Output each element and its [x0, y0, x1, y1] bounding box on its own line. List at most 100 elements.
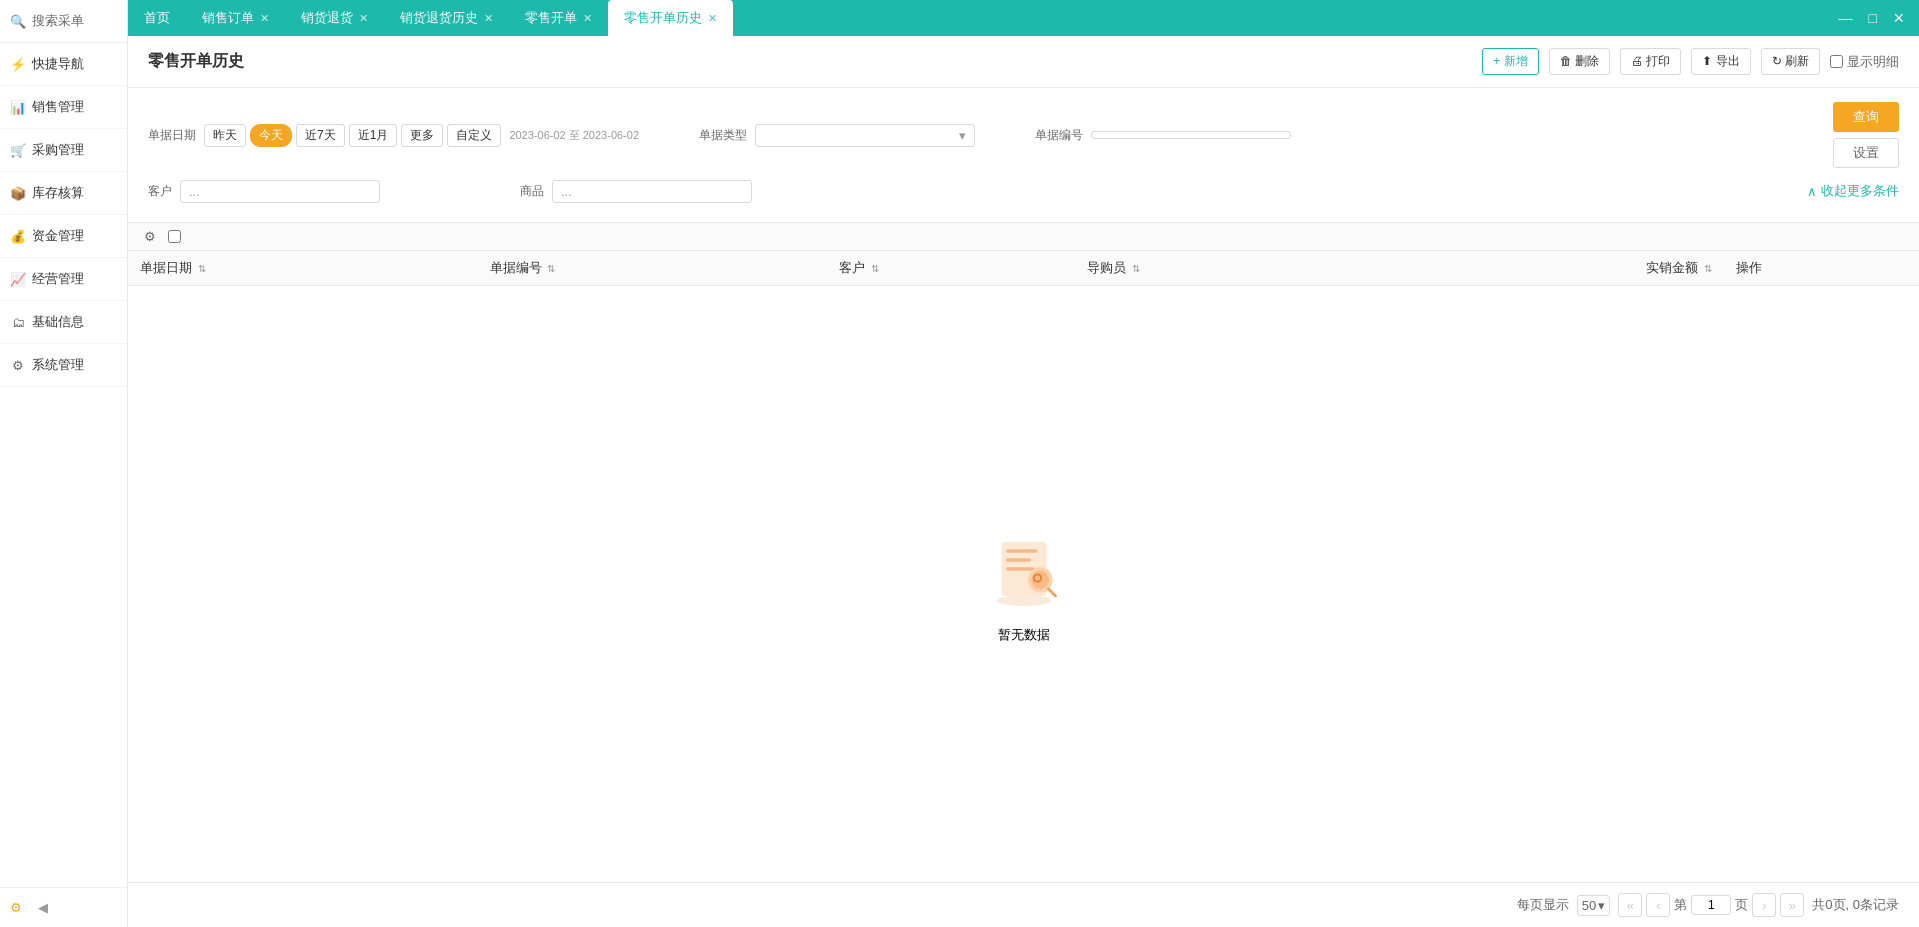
sidebar-item-kucun[interactable]: 📦 库存核算: [0, 172, 127, 215]
print-button[interactable]: 🖨 打印: [1620, 48, 1681, 75]
bill-type-filter: 单据类型 ▾: [699, 124, 975, 147]
sidebar-item-kuaijie[interactable]: ⚡ 快捷导航: [0, 43, 127, 86]
last-page-button[interactable]: »: [1780, 893, 1804, 917]
maximize-button[interactable]: □: [1865, 8, 1881, 28]
bill-no-label: 单据编号: [1035, 127, 1083, 144]
delete-button[interactable]: 🗑 删除: [1549, 48, 1610, 75]
col-amount-label: 实销金额: [1646, 260, 1698, 275]
sidebar-item-label: 采购管理: [32, 141, 84, 159]
page-suffix: 页: [1735, 896, 1748, 914]
tab-sales-return[interactable]: 销货退货 ✕: [285, 0, 384, 36]
customer-input[interactable]: ...: [180, 180, 380, 203]
per-page-label: 每页显示: [1517, 896, 1569, 914]
date-filter: 单据日期 昨天 今天 近7天 近1月 更多 自定义 2023-06-02 至 2…: [148, 124, 639, 147]
col-guide-sort[interactable]: ⇅: [1132, 263, 1140, 274]
kuaijie-icon: ⚡: [10, 57, 26, 72]
sidebar-item-caigou[interactable]: 🛒 采购管理: [0, 129, 127, 172]
goods-label: 商品: [520, 183, 544, 200]
window-controls: — □ ✕: [1835, 8, 1919, 28]
page-size-select[interactable]: 50 ▾: [1577, 895, 1610, 916]
tab-bar: 首页 销售订单 ✕ 销货退货 ✕ 销货退货历史 ✕ 零售开单 ✕ 零售开单历史 …: [128, 0, 1919, 36]
col-amount-sort[interactable]: ⇅: [1704, 263, 1712, 274]
tab-sales-order[interactable]: 销售订单 ✕: [186, 0, 285, 36]
tab-home[interactable]: 首页: [128, 0, 186, 36]
display-detail-input[interactable]: [1830, 55, 1843, 68]
management-icon: 📈: [10, 272, 26, 287]
table-settings-icon[interactable]: ⚙: [144, 229, 156, 244]
query-area: 查询 设置: [1833, 102, 1899, 168]
col-no-sort[interactable]: ⇅: [547, 263, 555, 274]
data-table: 单据日期 ⇅ 单据编号 ⇅ 客户 ⇅ 导购员 ⇅: [128, 251, 1919, 286]
chevron-up-icon: ∧: [1807, 184, 1817, 199]
pagination: 每页显示 50 ▾ « ‹ 第 页 › » 共0页, 0条记录: [128, 882, 1919, 927]
toolbar: + 新增 🗑 删除 🖨 打印 ⬆ 导出 ↻ 刷新 显示明细: [1482, 48, 1899, 75]
tab-retail-history[interactable]: 零售开单历史 ✕: [608, 0, 733, 36]
first-page-button[interactable]: «: [1618, 893, 1642, 917]
sidebar-item-jingying[interactable]: 📈 经营管理: [0, 258, 127, 301]
goods-filter: 商品 ...: [520, 180, 752, 203]
empty-state: 暂无数据: [128, 286, 1919, 882]
page-header: 零售开单历史 + 新增 🗑 删除 🖨 打印 ⬆ 导出 ↻ 刷新 显示明细: [128, 36, 1919, 88]
total-text: 共0页, 0条记录: [1812, 896, 1899, 914]
collapse-more-btn[interactable]: ∧ 收起更多条件: [1807, 178, 1899, 204]
sidebar-item-xitong[interactable]: ⚙ 系统管理: [0, 344, 127, 387]
svg-rect-2: [1006, 549, 1038, 553]
date-btn-more[interactable]: 更多: [401, 124, 443, 147]
sidebar-item-label: 系统管理: [32, 356, 84, 374]
date-btn-custom[interactable]: 自定义: [447, 124, 501, 147]
prev-page-button[interactable]: ‹: [1646, 893, 1670, 917]
sidebar-item-jichu[interactable]: 🗂 基础信息: [0, 301, 127, 344]
goods-input[interactable]: ...: [552, 180, 752, 203]
date-btn-1month[interactable]: 近1月: [349, 124, 398, 147]
select-all-checkbox[interactable]: [168, 230, 181, 243]
col-date-label: 单据日期: [140, 260, 192, 275]
sidebar-item-label: 快捷导航: [32, 55, 84, 73]
settings-icon[interactable]: ⚙: [10, 900, 22, 915]
tab-retail-open[interactable]: 零售开单 ✕: [509, 0, 608, 36]
tab-sales-return-history[interactable]: 销货退货历史 ✕: [384, 0, 509, 36]
sidebar-item-label: 资金管理: [32, 227, 84, 245]
close-tab-sales-order[interactable]: ✕: [260, 12, 269, 25]
close-tab-retail-history[interactable]: ✕: [708, 12, 717, 25]
sidebar-search[interactable]: 🔍 搜索采单: [0, 0, 127, 43]
export-button[interactable]: ⬆ 导出: [1691, 48, 1750, 75]
close-tab-sales-return[interactable]: ✕: [359, 12, 368, 25]
col-no: 单据编号 ⇅: [478, 251, 828, 286]
date-btn-7days[interactable]: 近7天: [296, 124, 345, 147]
sidebar-item-zijin[interactable]: 💰 资金管理: [0, 215, 127, 258]
empty-icon: [979, 524, 1069, 614]
bill-no-input[interactable]: [1091, 131, 1291, 139]
close-tab-retail-open[interactable]: ✕: [583, 12, 592, 25]
table-area: ⚙ 单据日期 ⇅ 单据编号 ⇅ 客户 ⇅: [128, 223, 1919, 927]
sidebar-item-label: 经营管理: [32, 270, 84, 288]
customer-placeholder: ...: [189, 184, 200, 199]
svg-point-0: [997, 595, 1051, 606]
date-range-text: 2023-06-02 至 2023-06-02: [509, 128, 639, 143]
filter-settings-button[interactable]: 设置: [1833, 138, 1899, 168]
col-date: 单据日期 ⇅: [128, 251, 478, 286]
col-action-label: 操作: [1736, 260, 1762, 275]
refresh-button[interactable]: ↻ 刷新: [1761, 48, 1820, 75]
date-btn-yesterday[interactable]: 昨天: [204, 124, 246, 147]
display-detail-checkbox[interactable]: 显示明细: [1830, 53, 1899, 71]
minimize-button[interactable]: —: [1835, 8, 1857, 28]
sidebar-item-xiaoshou[interactable]: 📊 销售管理: [0, 86, 127, 129]
table-header-row: 单据日期 ⇅ 单据编号 ⇅ 客户 ⇅ 导购员 ⇅: [128, 251, 1919, 286]
query-button[interactable]: 查询: [1833, 102, 1899, 132]
close-button[interactable]: ✕: [1889, 8, 1909, 28]
add-button[interactable]: + 新增: [1482, 48, 1538, 75]
next-page-button[interactable]: ›: [1752, 893, 1776, 917]
bill-type-label: 单据类型: [699, 127, 747, 144]
purchase-icon: 🛒: [10, 143, 26, 158]
collapse-sidebar-icon[interactable]: ◀: [38, 900, 48, 915]
page-input[interactable]: [1691, 895, 1731, 915]
close-tab-sales-return-history[interactable]: ✕: [484, 12, 493, 25]
col-date-sort[interactable]: ⇅: [198, 263, 206, 274]
svg-rect-4: [1006, 567, 1035, 571]
page-title: 零售开单历史: [148, 51, 244, 72]
sidebar-bottom: ⚙ ◀: [0, 887, 127, 927]
col-customer-sort[interactable]: ⇅: [871, 263, 879, 274]
bill-type-select[interactable]: ▾: [755, 124, 975, 147]
bill-no-filter: 单据编号: [1035, 127, 1291, 144]
date-btn-today[interactable]: 今天: [250, 124, 292, 147]
